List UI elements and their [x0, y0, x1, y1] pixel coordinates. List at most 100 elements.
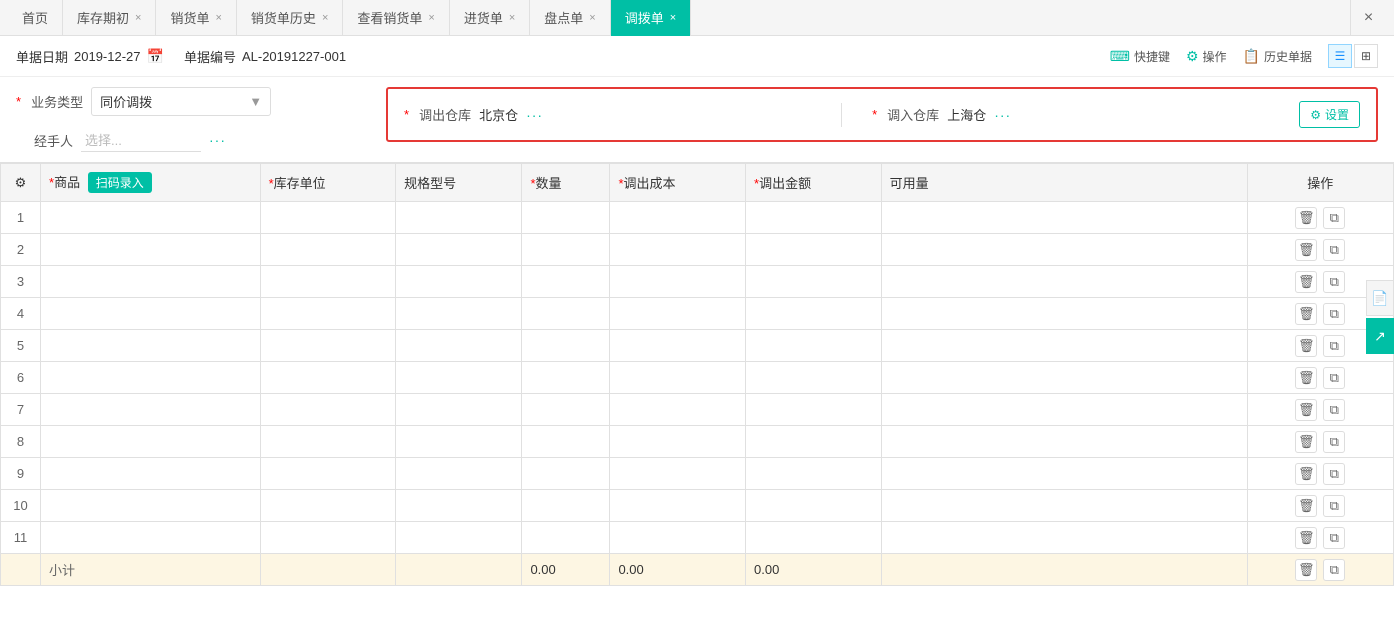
- spec-cell[interactable]: [396, 490, 522, 522]
- tab-inventory-init[interactable]: 库存期初 ×: [63, 0, 156, 36]
- close-icon[interactable]: ×: [428, 12, 434, 24]
- spec-cell[interactable]: [396, 426, 522, 458]
- unit-cell[interactable]: [260, 266, 396, 298]
- transfer-amount-cell[interactable]: [746, 426, 882, 458]
- delete-button[interactable]: 🗑: [1295, 431, 1317, 453]
- quantity-cell[interactable]: [522, 266, 610, 298]
- transfer-cost-cell[interactable]: [610, 202, 746, 234]
- tab-inventory-count[interactable]: 盘点单 ×: [530, 0, 610, 36]
- available-cell[interactable]: [881, 426, 1247, 458]
- unit-cell[interactable]: [260, 234, 396, 266]
- delete-button[interactable]: 🗑: [1295, 335, 1317, 357]
- layout-grid-button[interactable]: ⊞: [1354, 44, 1378, 68]
- th-settings[interactable]: ⚙: [1, 164, 41, 202]
- unit-cell[interactable]: [260, 202, 396, 234]
- tab-sales-history[interactable]: 销货单历史 ×: [237, 0, 343, 36]
- delete-button[interactable]: 🗑: [1295, 367, 1317, 389]
- scan-button[interactable]: 扫码录入: [88, 172, 152, 193]
- copy-button[interactable]: ⧉: [1323, 559, 1345, 581]
- spec-cell[interactable]: [396, 522, 522, 554]
- unit-cell[interactable]: [260, 426, 396, 458]
- available-cell[interactable]: [881, 522, 1247, 554]
- transfer-amount-cell[interactable]: [746, 234, 882, 266]
- copy-button[interactable]: ⧉: [1323, 207, 1345, 229]
- tab-home[interactable]: 首页: [8, 0, 63, 36]
- transfer-cost-cell[interactable]: [610, 394, 746, 426]
- in-warehouse-value[interactable]: 上海仓: [947, 105, 986, 124]
- transfer-amount-cell[interactable]: [746, 330, 882, 362]
- spec-cell[interactable]: [396, 394, 522, 426]
- available-cell[interactable]: [881, 490, 1247, 522]
- close-icon[interactable]: ×: [135, 12, 141, 24]
- tab-view-sales[interactable]: 查看销货单 ×: [343, 0, 449, 36]
- copy-button[interactable]: ⧉: [1323, 367, 1345, 389]
- product-cell[interactable]: [41, 458, 261, 490]
- transfer-amount-cell[interactable]: [746, 362, 882, 394]
- layout-list-button[interactable]: ☰: [1328, 44, 1352, 68]
- shortcut-button[interactable]: ⌨ 快捷键: [1110, 48, 1170, 65]
- spec-cell[interactable]: [396, 330, 522, 362]
- quantity-cell[interactable]: [522, 234, 610, 266]
- available-cell[interactable]: [881, 458, 1247, 490]
- transfer-cost-cell[interactable]: [610, 234, 746, 266]
- unit-cell[interactable]: [260, 362, 396, 394]
- spec-cell[interactable]: [396, 298, 522, 330]
- copy-button[interactable]: ⧉: [1323, 271, 1345, 293]
- product-cell[interactable]: [41, 362, 261, 394]
- quantity-cell[interactable]: [522, 458, 610, 490]
- available-cell[interactable]: [881, 266, 1247, 298]
- unit-cell[interactable]: [260, 330, 396, 362]
- transfer-cost-cell[interactable]: [610, 458, 746, 490]
- quantity-cell[interactable]: [522, 298, 610, 330]
- copy-button[interactable]: ⧉: [1323, 303, 1345, 325]
- quantity-cell[interactable]: [522, 330, 610, 362]
- copy-button[interactable]: ⧉: [1323, 239, 1345, 261]
- close-icon[interactable]: ×: [322, 12, 328, 24]
- product-cell[interactable]: [41, 426, 261, 458]
- transfer-cost-cell[interactable]: [610, 362, 746, 394]
- spec-cell[interactable]: [396, 202, 522, 234]
- delete-button[interactable]: 🗑: [1295, 527, 1317, 549]
- available-cell[interactable]: [881, 330, 1247, 362]
- delete-button[interactable]: 🗑: [1295, 271, 1317, 293]
- warehouse-settings-button[interactable]: ⚙ 设置: [1299, 101, 1360, 128]
- unit-cell[interactable]: [260, 522, 396, 554]
- close-window-button[interactable]: ×: [1350, 0, 1386, 36]
- date-value[interactable]: 2019-12-27: [74, 49, 141, 64]
- unit-cell[interactable]: [260, 490, 396, 522]
- copy-button[interactable]: ⧉: [1323, 399, 1345, 421]
- tab-sales-order[interactable]: 销货单 ×: [156, 0, 236, 36]
- delete-button[interactable]: 🗑: [1295, 463, 1317, 485]
- close-icon[interactable]: ×: [589, 12, 595, 24]
- available-cell[interactable]: [881, 298, 1247, 330]
- available-cell[interactable]: [881, 202, 1247, 234]
- close-icon[interactable]: ×: [215, 12, 221, 24]
- delete-button[interactable]: 🗑: [1295, 559, 1317, 581]
- copy-button[interactable]: ⧉: [1323, 463, 1345, 485]
- transfer-amount-cell[interactable]: [746, 298, 882, 330]
- out-warehouse-value[interactable]: 北京仓: [479, 105, 518, 124]
- available-cell[interactable]: [881, 362, 1247, 394]
- transfer-amount-cell[interactable]: [746, 522, 882, 554]
- close-icon[interactable]: ×: [509, 12, 515, 24]
- available-cell[interactable]: [881, 234, 1247, 266]
- tab-transfer[interactable]: 调拨单 ×: [611, 0, 691, 36]
- transfer-cost-cell[interactable]: [610, 298, 746, 330]
- product-cell[interactable]: [41, 266, 261, 298]
- spec-cell[interactable]: [396, 234, 522, 266]
- copy-button[interactable]: ⧉: [1323, 495, 1345, 517]
- spec-cell[interactable]: [396, 362, 522, 394]
- copy-button[interactable]: ⧉: [1323, 431, 1345, 453]
- close-icon[interactable]: ×: [670, 12, 676, 24]
- quantity-cell[interactable]: [522, 490, 610, 522]
- delete-button[interactable]: 🗑: [1295, 239, 1317, 261]
- product-cell[interactable]: [41, 330, 261, 362]
- quantity-cell[interactable]: [522, 522, 610, 554]
- transfer-cost-cell[interactable]: [610, 490, 746, 522]
- unit-cell[interactable]: [260, 298, 396, 330]
- calendar-icon[interactable]: 📅: [147, 48, 164, 65]
- quantity-cell[interactable]: [522, 394, 610, 426]
- product-cell[interactable]: [41, 394, 261, 426]
- unit-cell[interactable]: [260, 458, 396, 490]
- copy-button[interactable]: ⧉: [1323, 335, 1345, 357]
